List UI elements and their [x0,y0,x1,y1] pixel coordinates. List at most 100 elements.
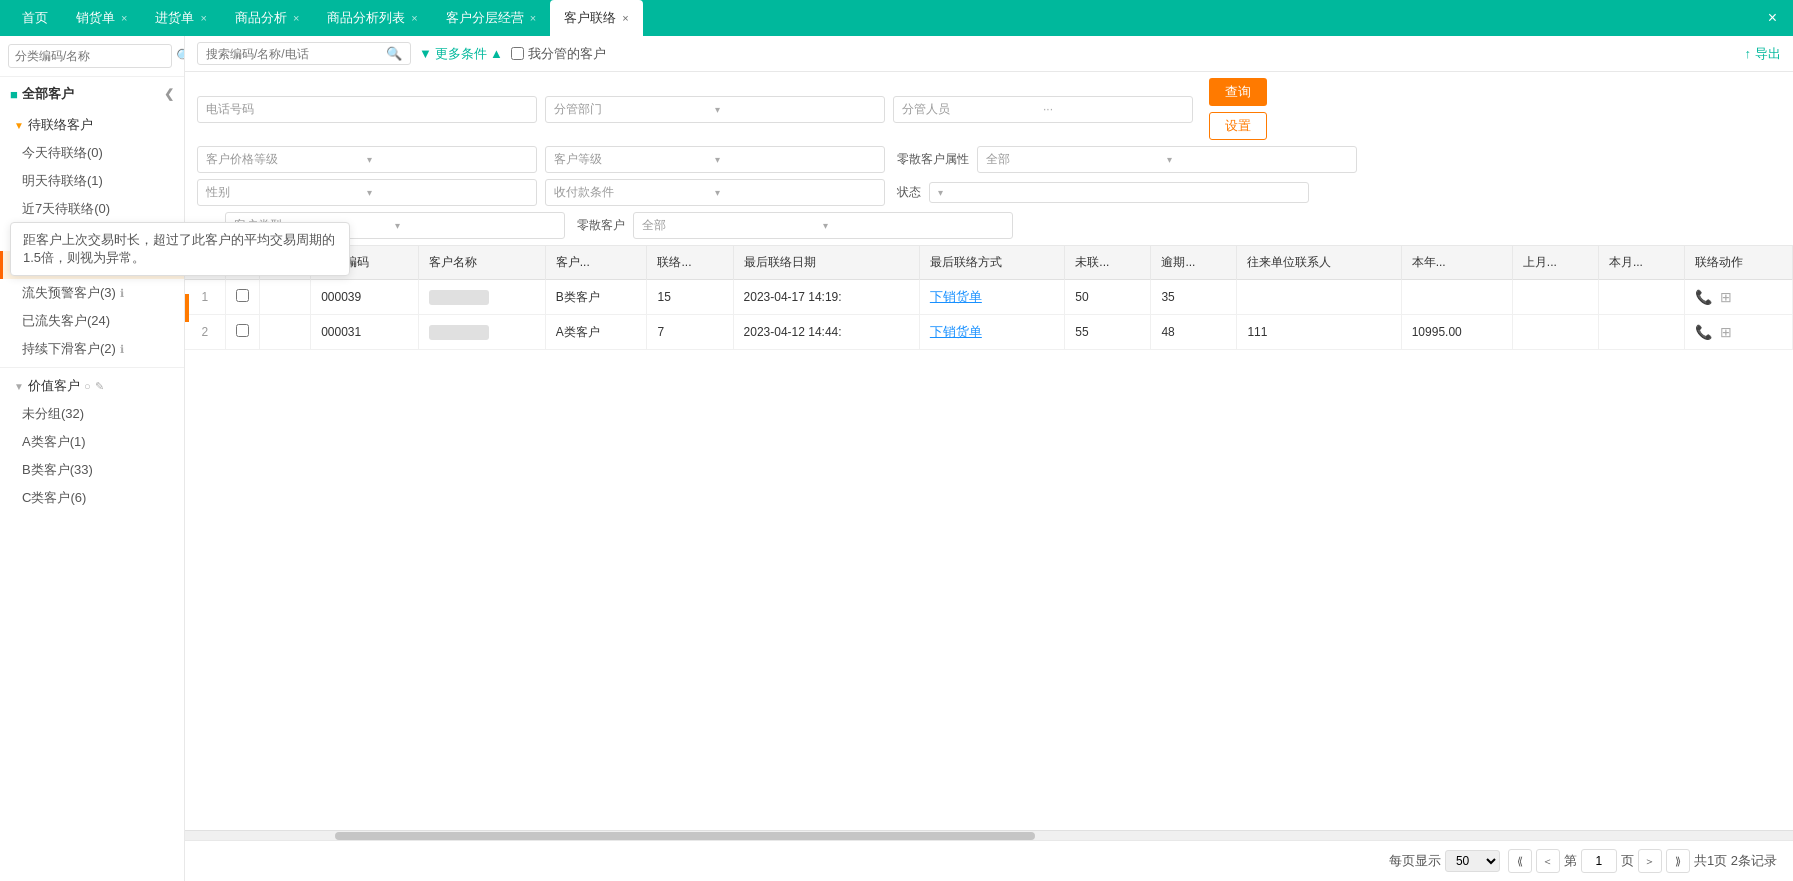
scroll-thumb[interactable] [335,832,1035,840]
row2-num: 2 [185,315,225,350]
status-filter[interactable]: ▾ [929,182,1309,203]
payment-filter[interactable]: 收付款条件 ▾ [545,179,885,206]
close-product-analysis-icon[interactable]: × [293,12,299,24]
row1-not-contact: 50 [1065,280,1151,315]
table-row: 1 000039 ████ B类客户 15 2023-04-17 14:19: … [185,280,1793,315]
bottom-bar: 每页显示 50 20 100 ⟪ ＜ 第 页 ＞ ⟫ 共1页 2条记录 [185,840,1793,881]
row1-note-icon[interactable]: ⊞ [1720,289,1732,305]
adv-filter-row2: 客户价格等级 ▾ 客户等级 ▾ 零散客户属性 全部 ▾ [197,146,1781,173]
sidebar-item-c-class[interactable]: C类客户(6) [0,484,184,512]
row1-last-method[interactable]: 下销货单 [919,280,1064,315]
export-button[interactable]: ↑ 导出 [1745,45,1782,63]
collapse-icon[interactable]: ❮ [164,87,174,101]
decline-info-icon: ℹ [120,343,124,356]
row1-checkbox[interactable] [236,289,249,302]
gender-caret: ▾ [367,187,528,198]
per-page-select[interactable]: 50 20 100 [1445,850,1500,872]
main-search-input[interactable] [206,47,386,61]
edit-value-group-icon[interactable]: ○ [84,380,91,392]
filter-icon: ▼ [419,46,432,61]
row1-check[interactable] [225,280,259,315]
close-sales-icon[interactable]: × [121,12,127,24]
first-page-button[interactable]: ⟪ [1508,849,1532,873]
my-customers-checkbox-wrap[interactable]: 我分管的客户 [511,45,606,63]
prev-page-button[interactable]: ＜ [1536,849,1560,873]
th-action: 联络动作 [1684,246,1792,280]
manager-filter[interactable]: 分管人员 ··· [893,96,1193,123]
main-layout: 🔍 ■ 全部客户 ❮ ▼ 待联络客户 今天待联络(0) 明天待联络(1) 近7天… [0,36,1793,881]
nav-item-home[interactable]: 首页 [8,0,62,36]
price-level-filter[interactable]: 客户价格等级 ▾ [197,146,537,173]
nav-item-customer-layered[interactable]: 客户分层经营 × [432,0,550,36]
sidebar-item-b-class[interactable]: B类客户(33) [0,456,184,484]
sidebar-item-unclassified[interactable]: 未分组(32) [0,400,184,428]
settings-value-group-icon[interactable]: ✎ [95,380,104,393]
customer-level-filter[interactable]: 客户等级 ▾ [545,146,885,173]
filter-bar: 🔍 ▼ 更多条件 ▲ 我分管的客户 ↑ 导出 [185,36,1793,72]
sidebar-item-lost-alert[interactable]: 流失预警客户(3) ℹ [0,279,184,307]
row2-last-method[interactable]: 下销货单 [919,315,1064,350]
gender-filter[interactable]: 性别 ▾ [197,179,537,206]
nav-item-product-list[interactable]: 商品分析列表 × [313,0,431,36]
my-customers-checkbox[interactable] [511,47,524,60]
table-header-row: ⚙ 客户编码 客户名称 客户... 联络... 最后联络日期 最后联络方式 未联… [185,246,1793,280]
main-search-icon[interactable]: 🔍 [386,46,402,61]
sidebar-item-tomorrow[interactable]: 明天待联络(1) [0,167,184,195]
close-all-tabs-button[interactable]: × [1768,9,1777,27]
nav-item-customer-contact[interactable]: 客户联络 × [550,0,642,36]
close-product-list-icon[interactable]: × [411,12,417,24]
close-purchase-icon[interactable]: × [200,12,206,24]
customer-table: ⚙ 客户编码 客户名称 客户... 联络... 最后联络日期 最后联络方式 未联… [185,246,1793,350]
page-number-input[interactable] [1581,849,1617,873]
value-group-header[interactable]: ▼ 价值客户 ○ ✎ [0,372,184,400]
query-button[interactable]: 查询 [1209,78,1267,106]
sidebar-item-lost[interactable]: 已流失客户(24) [0,307,184,335]
lost-alert-info-icon: ℹ [120,287,124,300]
last-page-button[interactable]: ⟫ [1666,849,1690,873]
row1-phone-icon[interactable]: 📞 [1695,289,1712,305]
retail-customer-filter[interactable]: 全部 ▾ [633,212,1013,239]
branch-dept-filter[interactable]: 分管部门 ▾ [545,96,885,123]
advanced-filter-area: 电话号码 分管部门 ▾ 分管人员 ··· 查询 设置 [185,72,1793,246]
nav-item-sales[interactable]: 销货单 × [62,0,141,36]
pagination: ⟪ ＜ 第 页 ＞ ⟫ 共1页 2条记录 [1508,849,1777,873]
sidebar-item-7days[interactable]: 近7天待联络(0) [0,195,184,223]
next-page-button[interactable]: ＞ [1638,849,1662,873]
th-customer-level: 客户... [545,246,647,280]
all-customers-header[interactable]: ■ 全部客户 ❮ [0,77,184,111]
pending-group-header[interactable]: ▼ 待联络客户 [0,111,184,139]
table-area: ⚙ 客户编码 客户名称 客户... 联络... 最后联络日期 最后联络方式 未联… [185,246,1793,830]
close-customer-layered-icon[interactable]: × [530,12,536,24]
horizontal-scrollbar[interactable] [185,830,1793,840]
row1-num: 1 [185,280,225,315]
adv-filter-row1: 电话号码 分管部门 ▾ 分管人员 ··· 查询 设置 [197,78,1781,140]
retail-attr-caret: ▾ [1167,154,1348,165]
sidebar-item-today[interactable]: 今天待联络(0) [0,139,184,167]
row1-this-year [1401,280,1512,315]
settings-button[interactable]: 设置 [1209,112,1267,140]
retail-customer-wrap: 零散客户 全部 ▾ [573,212,1781,239]
top-navigation: 首页 销货单 × 进货单 × 商品分析 × 商品分析列表 × 客户分层经营 × … [0,0,1793,36]
more-filters-button[interactable]: ▼ 更多条件 ▲ [419,45,503,63]
sidebar-item-decline[interactable]: 持续下滑客户(2) ℹ [0,335,184,363]
payment-caret: ▾ [715,187,876,198]
phone-filter[interactable]: 电话号码 [197,96,537,123]
th-company-contact: 往来单位联系人 [1237,246,1401,280]
sidebar: 🔍 ■ 全部客户 ❮ ▼ 待联络客户 今天待联络(0) 明天待联络(1) 近7天… [0,36,185,881]
nav-item-purchase[interactable]: 进货单 × [141,0,220,36]
row2-note-icon[interactable]: ⊞ [1720,324,1732,340]
close-customer-contact-icon[interactable]: × [622,12,628,24]
nav-item-product-analysis[interactable]: 商品分析 × [221,0,313,36]
row2-checkbox[interactable] [236,324,249,337]
sidebar-item-a-class[interactable]: A类客户(1) [0,428,184,456]
export-icon: ↑ [1745,46,1752,61]
row1-this-month [1598,280,1684,315]
sidebar-search-icon[interactable]: 🔍 [176,48,185,64]
row2-phone-icon[interactable]: 📞 [1695,324,1712,340]
chevron-up-icon: ▲ [490,46,503,61]
row2-check[interactable] [225,315,259,350]
th-this-month: 本月... [1598,246,1684,280]
retail-attr-filter[interactable]: 全部 ▾ [977,146,1357,173]
row2-contact: 7 [647,315,733,350]
sidebar-search-input[interactable] [8,44,172,68]
